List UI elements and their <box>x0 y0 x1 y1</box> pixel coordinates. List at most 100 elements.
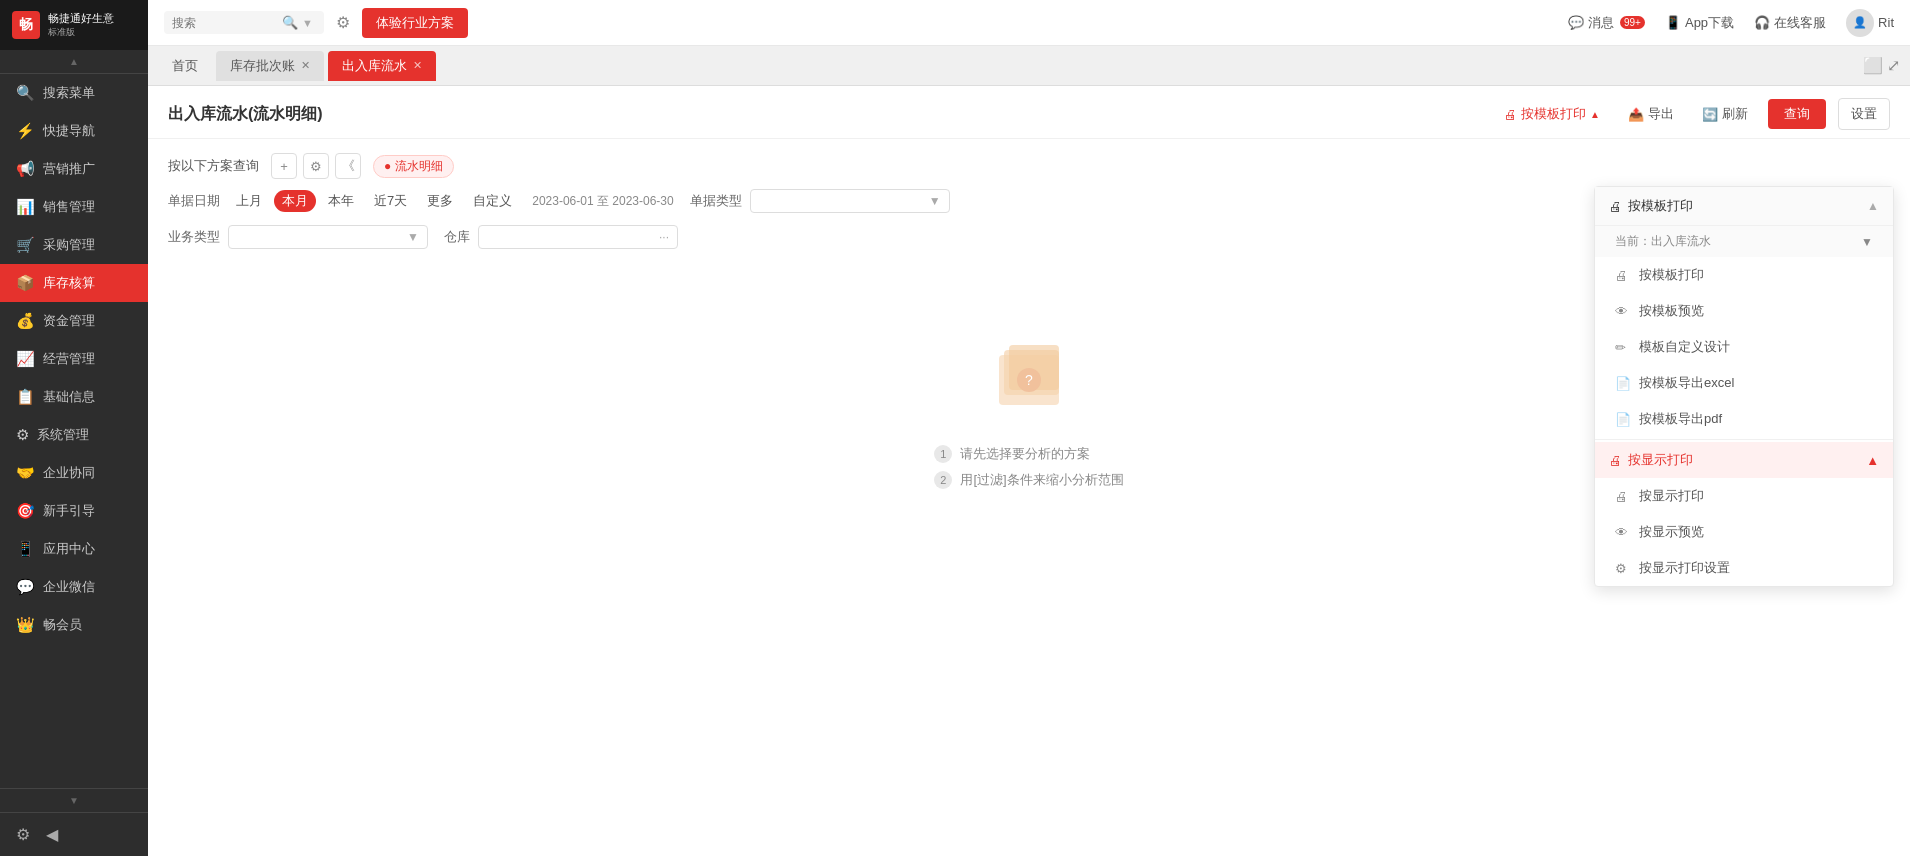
date-opt-thismonth[interactable]: 本月 <box>274 190 316 212</box>
print-dropdown-arrow: ▲ <box>1590 109 1600 120</box>
empty-steps-container: 1 请先选择要分析的方案 2 用[过滤]条件来缩小分析范围 <box>934 445 1123 497</box>
window-restore-btn[interactable]: ⬜ <box>1863 56 1883 75</box>
tab-home-label: 首页 <box>172 57 198 75</box>
sidebar-logo: 畅 畅捷通好生意 标准版 <box>0 0 148 50</box>
print-icon: 🖨 <box>1504 107 1517 122</box>
scroll-down-arrow[interactable]: ▼ <box>67 793 81 808</box>
topbar-right: 💬 消息 99+ 📱 App下载 🎧 在线客服 👤 Rit <box>1568 9 1894 37</box>
finance-icon: 💰 <box>16 312 35 330</box>
export-btn[interactable]: 📤 导出 <box>1620 101 1682 127</box>
template-preview-label: 按模板预览 <box>1639 302 1704 320</box>
dropdown-collapse-arrow[interactable]: ▲ <box>1867 199 1879 213</box>
sidebar-item-basic[interactable]: 📋 基础信息 <box>0 378 148 416</box>
date-opt-last7[interactable]: 近7天 <box>366 190 415 212</box>
svg-text:?: ? <box>1025 372 1033 388</box>
doctype-select[interactable]: ▼ <box>750 189 950 213</box>
biztype-select[interactable]: ▼ <box>228 225 428 249</box>
template-pdf-label: 按模板导出pdf <box>1639 410 1722 428</box>
current-arrow-icon: ▼ <box>1861 235 1873 249</box>
refresh-label: 刷新 <box>1722 105 1748 123</box>
sidebar-item-wechat[interactable]: 💬 企业微信 <box>0 568 148 606</box>
date-opt-custom[interactable]: 自定义 <box>465 190 520 212</box>
template-excel-item[interactable]: 📄 按模板导出excel <box>1595 365 1893 401</box>
display-preview-item[interactable]: 👁 按显示预览 <box>1595 514 1893 550</box>
topbar-gear-icon[interactable]: ⚙ <box>336 13 350 32</box>
sidebar-item-vip[interactable]: 👑 畅会员 <box>0 606 148 644</box>
query-btn[interactable]: 查询 <box>1768 99 1826 129</box>
sidebar-item-operations[interactable]: 📈 经营管理 <box>0 340 148 378</box>
topbar-search-box[interactable]: 🔍 ▼ <box>164 11 324 34</box>
appcenter-icon: 📱 <box>16 540 35 558</box>
operations-icon: 📈 <box>16 350 35 368</box>
topbar: 🔍 ▼ ⚙ 体验行业方案 💬 消息 99+ 📱 App下载 🎧 在线客服 👤 R… <box>148 0 1910 46</box>
display-print-item[interactable]: 🖨 按显示打印 <box>1595 478 1893 514</box>
date-filter-group: 单据日期 上月 本月 本年 近7天 更多 自定义 2023-06-01 至 20… <box>168 190 674 212</box>
tabbar: 首页 库存批次账 ✕ 出入库流水 ✕ ⬜ ⤢ <box>148 46 1910 86</box>
collapse-filter-btn[interactable]: 《 <box>335 153 361 179</box>
date-opt-lastmonth[interactable]: 上月 <box>228 190 270 212</box>
template-print-label: 按模板打印 <box>1639 266 1704 284</box>
display-print-section[interactable]: 🖨 按显示打印 ▲ <box>1595 442 1893 478</box>
system-icon: ⚙ <box>16 426 29 444</box>
print-template-btn[interactable]: 🖨 按模板打印 ▲ <box>1496 101 1608 127</box>
online-service-btn[interactable]: 🎧 在线客服 <box>1754 14 1826 32</box>
search-input[interactable] <box>172 16 282 30</box>
dropdown-title: 🖨 按模板打印 <box>1609 197 1693 215</box>
sidebar-item-search[interactable]: 🔍 搜索菜单 <box>0 74 148 112</box>
tab-flow-close[interactable]: ✕ <box>413 59 422 72</box>
step-1-text: 请先选择要分析的方案 <box>960 445 1090 463</box>
dropdown-divider <box>1595 439 1893 440</box>
app-download-btn[interactable]: 📱 App下载 <box>1665 14 1734 32</box>
page-header: 出入库流水(流水明细) 🖨 按模板打印 ▲ 📤 导出 🔄 刷新 查询 设置 <box>148 86 1910 139</box>
tab-home[interactable]: 首页 <box>158 51 212 81</box>
sidebar-item-inventory[interactable]: 📦 库存核算 <box>0 264 148 302</box>
add-filter-btn[interactable]: + <box>271 153 297 179</box>
refresh-btn[interactable]: 🔄 刷新 <box>1694 101 1756 127</box>
sidebar-item-finance[interactable]: 💰 资金管理 <box>0 302 148 340</box>
filter-tag[interactable]: ● 流水明细 <box>373 155 454 178</box>
service-icon: 🎧 <box>1754 15 1770 30</box>
sidebar-label-finance: 资金管理 <box>43 312 95 330</box>
main-content: 🔍 ▼ ⚙ 体验行业方案 💬 消息 99+ 📱 App下载 🎧 在线客服 👤 R… <box>148 0 1910 856</box>
date-opt-thisyear[interactable]: 本年 <box>320 190 362 212</box>
template-preview-item[interactable]: 👁 按模板预览 <box>1595 293 1893 329</box>
user-avatar[interactable]: 👤 Rit <box>1846 9 1894 37</box>
sidebar-item-sales[interactable]: 📊 销售管理 <box>0 188 148 226</box>
warehouse-select[interactable]: ··· <box>478 225 678 249</box>
current-template-label[interactable]: 当前：出入库流水 ▼ <box>1595 226 1893 257</box>
sidebar-item-guide[interactable]: 🎯 新手引导 <box>0 492 148 530</box>
sidebar-item-system[interactable]: ⚙ 系统管理 <box>0 416 148 454</box>
settings-bottom-icon[interactable]: ⚙ <box>16 825 30 844</box>
template-excel-label: 按模板导出excel <box>1639 374 1734 392</box>
date-label: 单据日期 <box>168 192 220 210</box>
date-opt-more[interactable]: 更多 <box>419 190 461 212</box>
scroll-up-arrow[interactable]: ▲ <box>67 54 81 69</box>
warehouse-filter-group: 仓库 ··· <box>444 225 678 249</box>
window-maximize-btn[interactable]: ⤢ <box>1887 56 1900 75</box>
search-nav-icon: 🔍 <box>16 84 35 102</box>
phone-icon: 📱 <box>1665 15 1681 30</box>
tab-batch[interactable]: 库存批次账 ✕ <box>216 51 324 81</box>
template-custom-item[interactable]: ✏ 模板自定义设计 <box>1595 329 1893 365</box>
collapse-icon[interactable]: ◀ <box>46 825 58 844</box>
filter-label: 按以下方案查询 <box>168 157 259 175</box>
display-settings-item[interactable]: ⚙ 按显示打印设置 <box>1595 550 1893 586</box>
sidebar-item-appcenter[interactable]: 📱 应用中心 <box>0 530 148 568</box>
tab-flow[interactable]: 出入库流水 ✕ <box>328 51 436 81</box>
warehouse-more-icon: ··· <box>659 230 669 244</box>
tab-batch-close[interactable]: ✕ <box>301 59 310 72</box>
template-print-item[interactable]: 🖨 按模板打印 <box>1595 257 1893 293</box>
print-dropdown-panel: 🖨 按模板打印 ▲ 当前：出入库流水 ▼ 🖨 按模板打印 👁 按模板预览 <box>1594 186 1894 587</box>
display-section-label: 按显示打印 <box>1628 451 1693 469</box>
sidebar-item-marketing[interactable]: 📢 营销推广 <box>0 150 148 188</box>
sidebar-item-quicknav[interactable]: ⚡ 快捷导航 <box>0 112 148 150</box>
display-section-icon: 🖨 <box>1609 453 1622 468</box>
sidebar-item-purchase[interactable]: 🛒 采购管理 <box>0 226 148 264</box>
template-pdf-item[interactable]: 📄 按模板导出pdf <box>1595 401 1893 437</box>
sidebar-item-collab[interactable]: 🤝 企业协同 <box>0 454 148 492</box>
settings-btn[interactable]: 设置 <box>1838 98 1890 130</box>
settings-filter-btn[interactable]: ⚙ <box>303 153 329 179</box>
messages-btn[interactable]: 💬 消息 99+ <box>1568 14 1645 32</box>
industry-btn[interactable]: 体验行业方案 <box>362 8 468 38</box>
doctype-dropdown-icon: ▼ <box>929 194 941 208</box>
